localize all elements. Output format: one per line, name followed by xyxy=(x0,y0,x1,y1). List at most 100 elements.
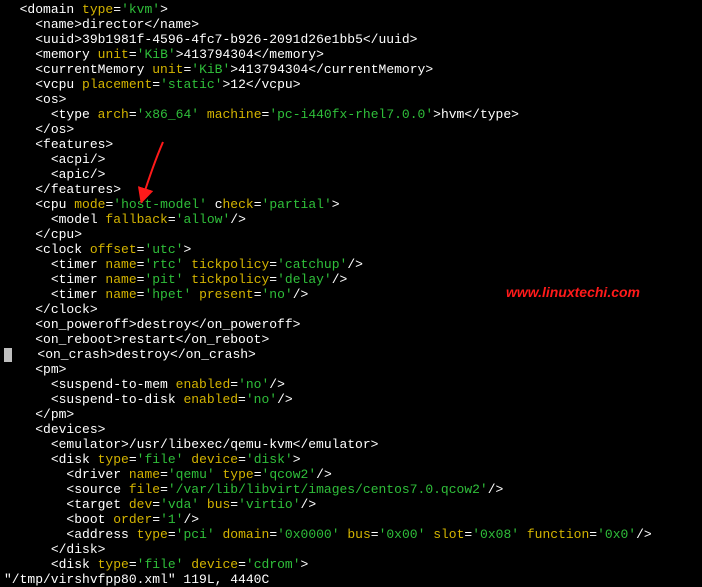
terminal-line: <driver name='qemu' type='qcow2'/> xyxy=(4,467,698,482)
terminal-line: </os> xyxy=(4,122,698,137)
code-token: present xyxy=(199,287,254,302)
code-token: 'qcow2' xyxy=(262,467,317,482)
code-token: bus xyxy=(207,497,230,512)
code-token: mode xyxy=(74,197,105,212)
code-token: = xyxy=(238,557,246,572)
code-token: = xyxy=(254,287,262,302)
code-token: 'catchup' xyxy=(277,257,347,272)
terminal-line: <suspend-to-mem enabled='no'/> xyxy=(4,377,698,392)
code-token: = xyxy=(269,257,277,272)
terminal-line: <on_poweroff>destroy</on_poweroff> xyxy=(4,317,698,332)
code-token: enabled xyxy=(183,392,238,407)
terminal-line: <clock offset='utc'> xyxy=(4,242,698,257)
code-token: /> xyxy=(332,272,348,287)
terminal-line: <features> xyxy=(4,137,698,152)
terminal-line: <cpu mode='host-model' check='partial'> xyxy=(4,197,698,212)
code-token: <on_crash>destroy</on_crash> xyxy=(37,347,255,362)
code-token: fallback xyxy=(105,212,167,227)
terminal-line: <currentMemory unit='KiB'>413794304</cur… xyxy=(4,62,698,77)
code-token: 'cdrom' xyxy=(246,557,301,572)
code-token: = xyxy=(269,272,277,287)
code-token: 'rtc' xyxy=(144,257,183,272)
code-token: <on_poweroff>destroy</on_poweroff> xyxy=(35,317,300,332)
code-token: <pm> xyxy=(35,362,66,377)
terminal-line: </pm> xyxy=(4,407,698,422)
code-token: bus xyxy=(347,527,370,542)
code-token: /> xyxy=(316,467,332,482)
terminal-line: <suspend-to-disk enabled='no'/> xyxy=(4,392,698,407)
code-token: '0x08' xyxy=(472,527,519,542)
code-token: = xyxy=(113,2,121,17)
code-token: '/var/lib/libvirt/images/centos7.0.qcow2… xyxy=(168,482,488,497)
code-token: = xyxy=(269,527,277,542)
code-token: function xyxy=(527,527,589,542)
code-token: = xyxy=(238,452,246,467)
code-token: /> xyxy=(269,377,285,392)
code-token: 'partial' xyxy=(262,197,332,212)
code-token: unit xyxy=(152,62,183,77)
code-token: <memory xyxy=(35,47,97,62)
code-token: = xyxy=(129,107,137,122)
code-token: = xyxy=(160,467,168,482)
terminal-line: <memory unit='KiB'>413794304</memory> xyxy=(4,47,698,62)
code-token: '0x00' xyxy=(379,527,426,542)
code-token: enabled xyxy=(176,377,231,392)
code-token: <boot xyxy=(66,512,113,527)
code-token: <clock xyxy=(35,242,90,257)
terminal-line: <pm> xyxy=(4,362,698,377)
code-token: <devices> xyxy=(35,422,105,437)
code-token: type xyxy=(82,2,113,17)
code-token: 'no' xyxy=(262,287,293,302)
code-token: /> xyxy=(293,287,309,302)
code-token: tickpolicy xyxy=(191,272,269,287)
terminal-line: <model fallback='allow'/> xyxy=(4,212,698,227)
code-token: 'delay' xyxy=(277,272,332,287)
code-token: domain xyxy=(223,527,270,542)
terminal-line: <disk type='file' device='cdrom'> xyxy=(4,557,698,572)
terminal-line: <acpi/> xyxy=(4,152,698,167)
terminal-line: <uuid>39b1981f-4596-4fc7-b926-2091d26e1b… xyxy=(4,32,698,47)
code-token: type xyxy=(137,527,168,542)
code-token: = xyxy=(129,557,137,572)
code-token xyxy=(199,497,207,512)
code-token: c xyxy=(207,197,223,212)
code-token: '0x0000' xyxy=(277,527,339,542)
terminal-line: <type arch='x86_64' machine='pc-i440fx-r… xyxy=(4,107,698,122)
code-token: >12</vcpu> xyxy=(222,77,300,92)
code-token: <on_reboot>restart</on_reboot> xyxy=(35,332,269,347)
code-token: = xyxy=(589,527,597,542)
code-token: device xyxy=(191,452,238,467)
code-token xyxy=(191,287,199,302)
code-token: <vcpu xyxy=(35,77,82,92)
code-token: 'kvm' xyxy=(121,2,160,17)
terminal-line: <timer name='pit' tickpolicy='delay'/> xyxy=(4,272,698,287)
code-token: 'qemu' xyxy=(168,467,215,482)
code-token: 'pc-i440fx-rhel7.0.0' xyxy=(269,107,433,122)
code-token: </features> xyxy=(35,182,121,197)
code-token: = xyxy=(230,377,238,392)
code-token: = xyxy=(254,197,262,212)
terminal-line: <emulator>/usr/libexec/qemu-kvm</emulato… xyxy=(4,437,698,452)
code-token: device xyxy=(191,557,238,572)
code-token: <apic/> xyxy=(51,167,106,182)
terminal-editor[interactable]: <domain type='kvm'> <name>director</name… xyxy=(4,2,698,587)
code-token: 'file' xyxy=(137,452,184,467)
code-token: name xyxy=(105,287,136,302)
code-token: = xyxy=(254,467,262,482)
code-token: type xyxy=(98,452,129,467)
code-token: > xyxy=(293,452,301,467)
code-token: = xyxy=(168,212,176,227)
terminal-line: <on_reboot>restart</on_reboot> xyxy=(4,332,698,347)
code-token: 'allow' xyxy=(176,212,231,227)
code-token: 'disk' xyxy=(246,452,293,467)
code-token: = xyxy=(152,497,160,512)
code-token: <features> xyxy=(35,137,113,152)
code-token: = xyxy=(152,512,160,527)
code-token: <suspend-to-mem xyxy=(51,377,176,392)
code-token: <suspend-to-disk xyxy=(51,392,184,407)
code-token xyxy=(215,527,223,542)
code-token: = xyxy=(129,452,137,467)
code-token: <emulator>/usr/libexec/qemu-kvm</emulato… xyxy=(51,437,379,452)
code-token: machine xyxy=(207,107,262,122)
code-token: 'KiB' xyxy=(137,47,176,62)
